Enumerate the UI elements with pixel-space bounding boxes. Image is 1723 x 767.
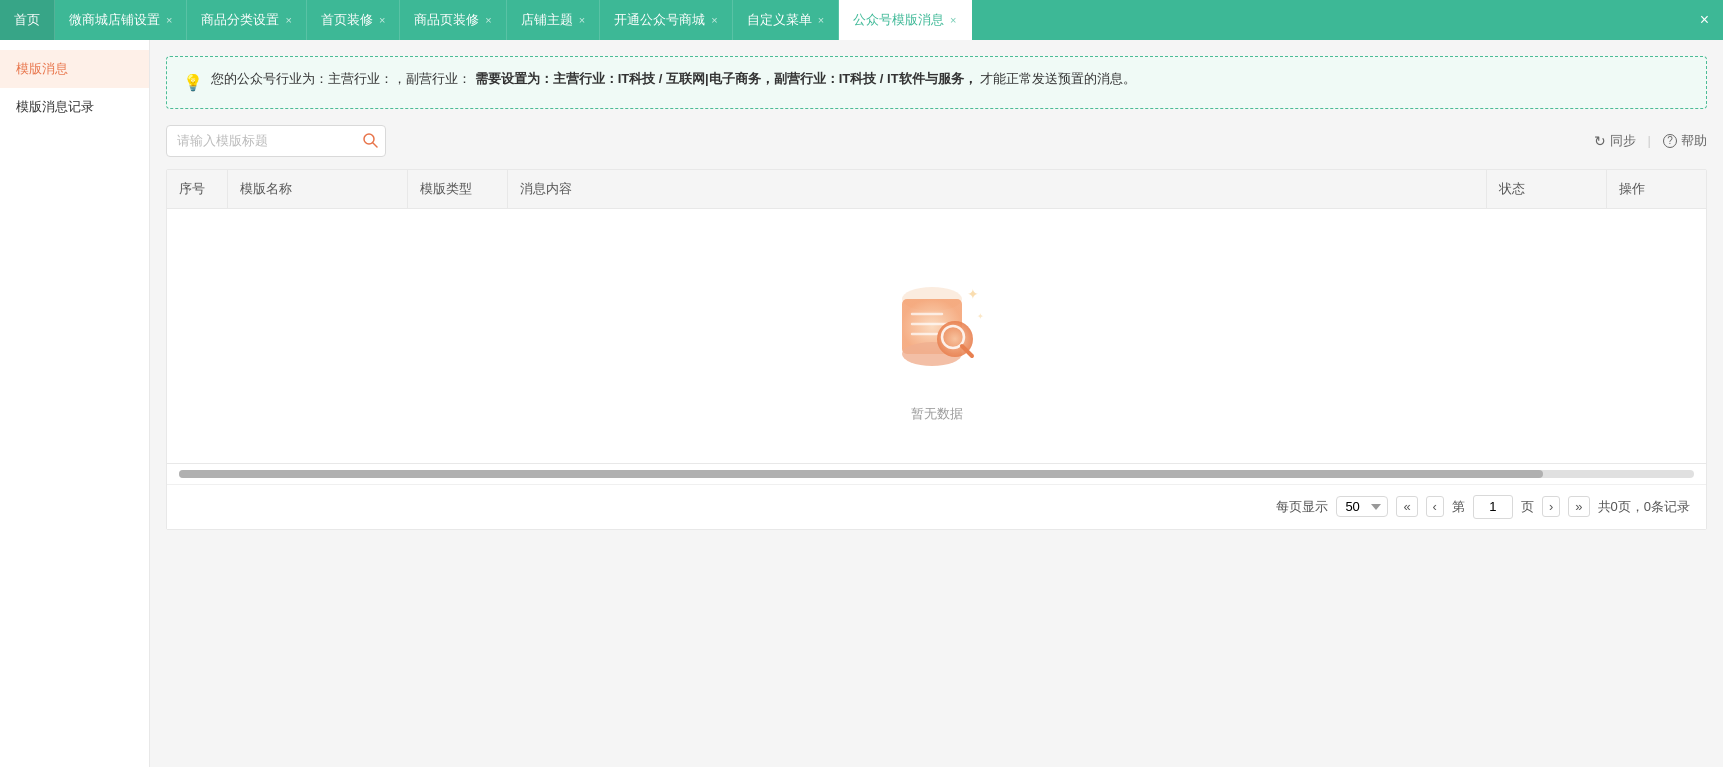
nav-store-theme-close[interactable]: × bbox=[579, 14, 585, 26]
help-label: 帮助 bbox=[1681, 132, 1707, 150]
nav-custom-menu-label: 自定义菜单 bbox=[747, 11, 812, 29]
prev-page-btn[interactable]: ‹ bbox=[1426, 496, 1444, 517]
nav-open-mall-label: 开通公众号商城 bbox=[614, 11, 705, 29]
nav-template-msg-close[interactable]: × bbox=[950, 14, 956, 26]
empty-text: 暂无数据 bbox=[911, 405, 963, 423]
nav-category-close[interactable]: × bbox=[285, 14, 291, 26]
sidebar-item-template-record-label: 模版消息记录 bbox=[16, 99, 94, 114]
notice-box: 💡 您的公众号行业为：主营行业：，副营行业： 需要设置为：主营行业：IT科技 /… bbox=[166, 56, 1707, 109]
data-table: 序号 模版名称 模版类型 消息内容 状态 bbox=[167, 170, 1706, 463]
col-header-index: 序号 bbox=[167, 170, 227, 209]
scrollbar-row bbox=[167, 463, 1706, 484]
nav-category[interactable]: 商品分类设置 × bbox=[187, 0, 306, 40]
notice-prefix: 您的公众号行业为：主营行业：，副营行业： bbox=[211, 71, 471, 86]
search-row: ↻ 同步 | ? 帮助 bbox=[166, 125, 1707, 157]
col-header-status: 状态 bbox=[1486, 170, 1606, 209]
table-body: ✦ ✦ 暂无数据 bbox=[167, 208, 1706, 463]
search-icon bbox=[363, 133, 378, 148]
refresh-icon: ↻ bbox=[1594, 133, 1606, 149]
sync-label: 同步 bbox=[1610, 132, 1636, 150]
svg-line-1 bbox=[373, 143, 377, 147]
total-records-text: 共0页，0条记录 bbox=[1598, 498, 1690, 516]
nav-micro-store-close[interactable]: × bbox=[166, 14, 172, 26]
table-header-row: 序号 模版名称 模版类型 消息内容 状态 bbox=[167, 170, 1706, 209]
sidebar-item-template-msg[interactable]: 模版消息 bbox=[0, 50, 149, 88]
nav-micro-store-label: 微商城店铺设置 bbox=[69, 11, 160, 29]
nav-home-decor[interactable]: 首页装修 × bbox=[307, 0, 400, 40]
notice-suffix: 才能正常发送预置的消息。 bbox=[980, 71, 1136, 86]
empty-state: ✦ ✦ 暂无数据 bbox=[167, 209, 1706, 463]
scrollbar-thumb[interactable] bbox=[179, 470, 1543, 478]
nav-home-label: 首页 bbox=[14, 11, 40, 29]
page-size-select[interactable]: 10 20 50 100 bbox=[1336, 496, 1388, 517]
content-area: 💡 您的公众号行业为：主营行业：，副营行业： 需要设置为：主营行业：IT科技 /… bbox=[150, 40, 1723, 767]
col-header-content: 消息内容 bbox=[507, 170, 1486, 209]
nav-category-label: 商品分类设置 bbox=[201, 11, 279, 29]
nav-open-mall[interactable]: 开通公众号商城 × bbox=[600, 0, 732, 40]
sidebar-item-template-msg-label: 模版消息 bbox=[16, 61, 68, 76]
search-input-wrap bbox=[166, 125, 386, 157]
search-input[interactable] bbox=[166, 125, 386, 157]
help-button[interactable]: ? 帮助 bbox=[1663, 132, 1707, 150]
last-page-btn[interactable]: » bbox=[1568, 496, 1589, 517]
nav-store-theme[interactable]: 店铺主题 × bbox=[507, 0, 600, 40]
nav-custom-menu-close[interactable]: × bbox=[818, 14, 824, 26]
svg-text:✦: ✦ bbox=[967, 286, 979, 302]
nav-custom-menu[interactable]: 自定义菜单 × bbox=[733, 0, 839, 40]
toolbar-divider: | bbox=[1648, 133, 1651, 148]
nav-product-decor-label: 商品页装修 bbox=[414, 11, 479, 29]
main-layout: 模版消息 模版消息记录 💡 您的公众号行业为：主营行业：，副营行业： 需要设置为… bbox=[0, 40, 1723, 767]
nav-open-mall-close[interactable]: × bbox=[711, 14, 717, 26]
sync-button[interactable]: ↻ 同步 bbox=[1594, 132, 1636, 150]
page-word: 第 bbox=[1452, 498, 1465, 516]
question-icon: ? bbox=[1663, 134, 1677, 148]
toolbar-right: ↻ 同步 | ? 帮助 bbox=[1594, 132, 1707, 150]
page-size-label: 每页显示 bbox=[1276, 498, 1328, 516]
sidebar: 模版消息 模版消息记录 bbox=[0, 40, 150, 767]
col-header-name: 模版名称 bbox=[227, 170, 407, 209]
nav-template-msg-label: 公众号模版消息 bbox=[853, 11, 944, 29]
empty-state-row: ✦ ✦ 暂无数据 bbox=[167, 208, 1706, 463]
nav-micro-store[interactable]: 微商城店铺设置 × bbox=[55, 0, 187, 40]
bulb-icon: 💡 bbox=[183, 70, 203, 96]
empty-illustration: ✦ ✦ bbox=[877, 269, 997, 389]
nav-product-decor[interactable]: 商品页装修 × bbox=[400, 0, 506, 40]
pagination: 每页显示 10 20 50 100 « ‹ 第 页 › bbox=[167, 484, 1706, 529]
notice-text: 您的公众号行业为：主营行业：，副营行业： 需要设置为：主营行业：IT科技 / 互… bbox=[211, 69, 1690, 90]
col-header-type: 模版类型 bbox=[407, 170, 507, 209]
first-page-btn[interactable]: « bbox=[1396, 496, 1417, 517]
col-header-action: 操作 bbox=[1606, 170, 1706, 209]
notice-highlight: 需要设置为：主营行业：IT科技 / 互联网|电子商务，副营行业：IT科技 / I… bbox=[475, 71, 977, 86]
svg-text:✦: ✦ bbox=[977, 312, 984, 321]
nav-store-theme-label: 店铺主题 bbox=[521, 11, 573, 29]
nav-home-decor-close[interactable]: × bbox=[379, 14, 385, 26]
nav-home[interactable]: 首页 bbox=[0, 0, 55, 40]
nav-product-decor-close[interactable]: × bbox=[485, 14, 491, 26]
search-button[interactable] bbox=[363, 133, 378, 148]
top-nav: 首页 微商城店铺设置 × 商品分类设置 × 首页装修 × 商品页装修 × 店铺主… bbox=[0, 0, 1723, 40]
sidebar-item-template-record[interactable]: 模版消息记录 bbox=[0, 88, 149, 126]
page-word2: 页 bbox=[1521, 498, 1534, 516]
page-number-input[interactable] bbox=[1473, 495, 1513, 519]
nav-template-msg[interactable]: 公众号模版消息 × bbox=[839, 0, 971, 40]
next-page-btn[interactable]: › bbox=[1542, 496, 1560, 517]
nav-close-all-btn[interactable]: × bbox=[1686, 0, 1723, 40]
scrollbar-track[interactable] bbox=[179, 470, 1694, 478]
nav-home-decor-label: 首页装修 bbox=[321, 11, 373, 29]
table-wrapper: 序号 模版名称 模版类型 消息内容 状态 bbox=[166, 169, 1707, 530]
